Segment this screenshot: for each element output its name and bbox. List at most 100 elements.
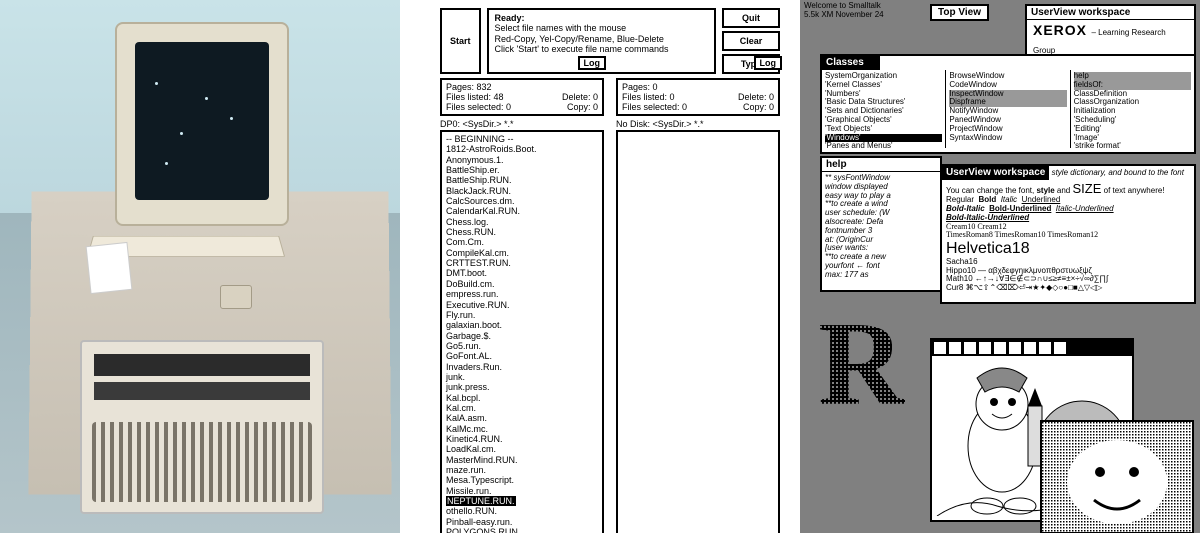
ready-line: Select file names with the mouse	[495, 23, 708, 33]
delete-count: Delete: 0	[562, 92, 598, 102]
left-stats: Pages: 832 Files listed: 48 Files select…	[440, 78, 604, 116]
category-pane[interactable]: SystemOrganization'Kernel Classes''Numbe…	[822, 70, 946, 148]
file-entry[interactable]: DMT.boot.	[446, 268, 598, 278]
file-entry[interactable]: Kal.cm.	[446, 403, 598, 413]
file-entry[interactable]: -- BEGINNING --	[446, 134, 598, 144]
file-entry[interactable]: othello.RUN.	[446, 506, 598, 516]
glyph-sample: Cur8 ⌘⌥⇧⌃⌫⌦⏎⇥★✦◆◇○●□■△▽◁▷	[946, 284, 1190, 293]
window-title: help	[822, 158, 940, 172]
file-entry[interactable]: maze.run.	[446, 465, 598, 475]
userview-workspace-fonts[interactable]: UserView workspace style dictionary, and…	[940, 164, 1196, 304]
ready-line: Click 'Start' to execute file name comma…	[495, 44, 708, 54]
tool-icon[interactable]	[948, 341, 962, 355]
list-item[interactable]: 'Panes and Menus'	[825, 142, 942, 148]
file-entry[interactable]: BattleShip.RUN.	[446, 175, 598, 185]
tool-icon[interactable]	[1053, 341, 1067, 355]
file-entry[interactable]: Missile.run.	[446, 486, 598, 496]
file-entry[interactable]: galaxian.boot.	[446, 320, 598, 330]
file-entry[interactable]: junk.	[446, 372, 598, 382]
file-entry[interactable]: NEPTUNE.RUN.	[446, 496, 598, 506]
file-entry[interactable]: Kal.bcpl.	[446, 393, 598, 403]
tool-icon[interactable]	[1068, 341, 1082, 355]
disk-label-right: No Disk: <SysDir.> *.*	[616, 119, 780, 129]
file-entry[interactable]: DoBuild.cm.	[446, 279, 598, 289]
help-body: ** sysFontWindow window displayed easy w…	[822, 172, 940, 282]
start-button[interactable]: Start	[440, 8, 481, 74]
file-entry[interactable]: CRTTEST.RUN.	[446, 258, 598, 268]
file-entry[interactable]: KalA.asm.	[446, 413, 598, 423]
file-entry[interactable]: Pinball-easy.run.	[446, 517, 598, 527]
protocol-pane[interactable]: helpfieldsOf:ClassDefinitionClassOrganiz…	[1071, 70, 1194, 148]
tool-icon[interactable]	[1038, 341, 1052, 355]
file-entry[interactable]: Garbage.$.	[446, 331, 598, 341]
delete-count: Delete: 0	[738, 92, 774, 102]
smalltalk-panel: Welcome to Smalltalk 5.5k XM November 24…	[800, 0, 1200, 533]
pages: Pages: 832	[446, 82, 511, 92]
bitmap-face-window[interactable]	[1040, 420, 1194, 533]
log-button-left[interactable]: Log	[578, 56, 607, 70]
file-entry[interactable]: Chess.log.	[446, 217, 598, 227]
list-item[interactable]: 'strike format'	[1074, 142, 1191, 148]
file-entry[interactable]: KalMc.mc.	[446, 424, 598, 434]
placard-card	[86, 242, 133, 294]
right-stats: Pages: 0 Files listed: 0 Files selected:…	[616, 78, 780, 116]
trailing-text: style dictionary, and bound to the font	[1052, 168, 1184, 177]
file-entry[interactable]: MasterMind.RUN.	[446, 455, 598, 465]
file-entry[interactable]: Chess.RUN.	[446, 227, 598, 237]
tool-icon[interactable]	[1023, 341, 1037, 355]
alto-photo-panel	[0, 0, 400, 533]
tool-icon[interactable]	[1008, 341, 1022, 355]
file-entry[interactable]: Mesa.Typescript.	[446, 475, 598, 485]
paint-toolbar[interactable]	[932, 340, 1132, 356]
file-entry[interactable]: LoadKal.cm.	[446, 444, 598, 454]
listed: Files listed: 48	[446, 92, 511, 102]
file-entry[interactable]: Executive.RUN.	[446, 300, 598, 310]
tool-icon[interactable]	[933, 341, 947, 355]
file-entry[interactable]: empress.run.	[446, 289, 598, 299]
list-item[interactable]: SyntaxWindow	[949, 134, 1066, 143]
left-column: Pages: 832 Files listed: 48 Files select…	[440, 78, 604, 533]
alto-screen	[135, 42, 269, 200]
neptune-panel: Start Ready: Select file names with the …	[400, 0, 800, 533]
file-entry[interactable]: Com.Cm.	[446, 237, 598, 247]
file-entry[interactable]: CalcSources.dm.	[446, 196, 598, 206]
font-sample: Helvetica18	[946, 240, 1190, 258]
disk-slot-2	[94, 382, 310, 400]
file-entry[interactable]: 1812-AstroRoids.Boot.	[446, 144, 598, 154]
file-entry[interactable]: BlackJack.RUN.	[446, 186, 598, 196]
file-entry[interactable]: POLYGONS.RUN.	[446, 527, 598, 533]
copy-count: Copy: 0	[738, 102, 774, 112]
file-entry[interactable]: BattleShip.er.	[446, 165, 598, 175]
file-entry[interactable]: Invaders.Run.	[446, 362, 598, 372]
tool-icon[interactable]	[978, 341, 992, 355]
file-listing-right[interactable]	[616, 130, 780, 533]
clear-button[interactable]: Clear	[722, 31, 780, 51]
font-demo-line: You can change the font, style and SIZE …	[946, 182, 1190, 196]
help-line: max: 177 as	[825, 271, 937, 280]
tool-icon[interactable]	[963, 341, 977, 355]
top-view-button[interactable]: Top View	[930, 4, 989, 21]
alto-cpu-cabinet	[80, 340, 324, 514]
file-entry[interactable]: CompileKal.cm.	[446, 248, 598, 258]
file-entry[interactable]: CalendarKal.RUN.	[446, 206, 598, 216]
file-entry[interactable]: Fly.run.	[446, 310, 598, 320]
ready-title: Ready:	[495, 13, 708, 23]
file-listing-left[interactable]: -- BEGINNING --1812-AstroRoids.Boot.Anon…	[440, 130, 604, 533]
disk-slot	[94, 354, 310, 376]
help-window[interactable]: help ** sysFontWindow window displayed e…	[820, 156, 942, 292]
class-pane[interactable]: BrowseWindowCodeWindowInspectWindowDispf…	[946, 70, 1070, 148]
font-sample: TimesRoman8 TimesRoman10 TimesRoman12	[946, 231, 1190, 240]
quit-button[interactable]: Quit	[722, 8, 780, 28]
classes-browser[interactable]: Classes SystemOrganization'Kernel Classe…	[820, 54, 1196, 154]
tool-icon[interactable]	[993, 341, 1007, 355]
file-entry[interactable]: Go5.run.	[446, 341, 598, 351]
ready-line: Red-Copy, Yel-Copy/Rename, Blue-Delete	[495, 34, 708, 44]
userview-workspace-top[interactable]: UserView workspace XEROX – Learning Rese…	[1025, 4, 1196, 58]
file-entry[interactable]: Kinetic4.RUN.	[446, 434, 598, 444]
file-entry[interactable]: junk.press.	[446, 382, 598, 392]
face-bitmap	[1042, 422, 1192, 532]
log-button-right[interactable]: Log	[754, 56, 783, 70]
file-entry[interactable]: Anonymous.1.	[446, 155, 598, 165]
file-entry[interactable]: GoFont.AL.	[446, 351, 598, 361]
right-column: Pages: 0 Files listed: 0 Files selected:…	[616, 78, 780, 533]
